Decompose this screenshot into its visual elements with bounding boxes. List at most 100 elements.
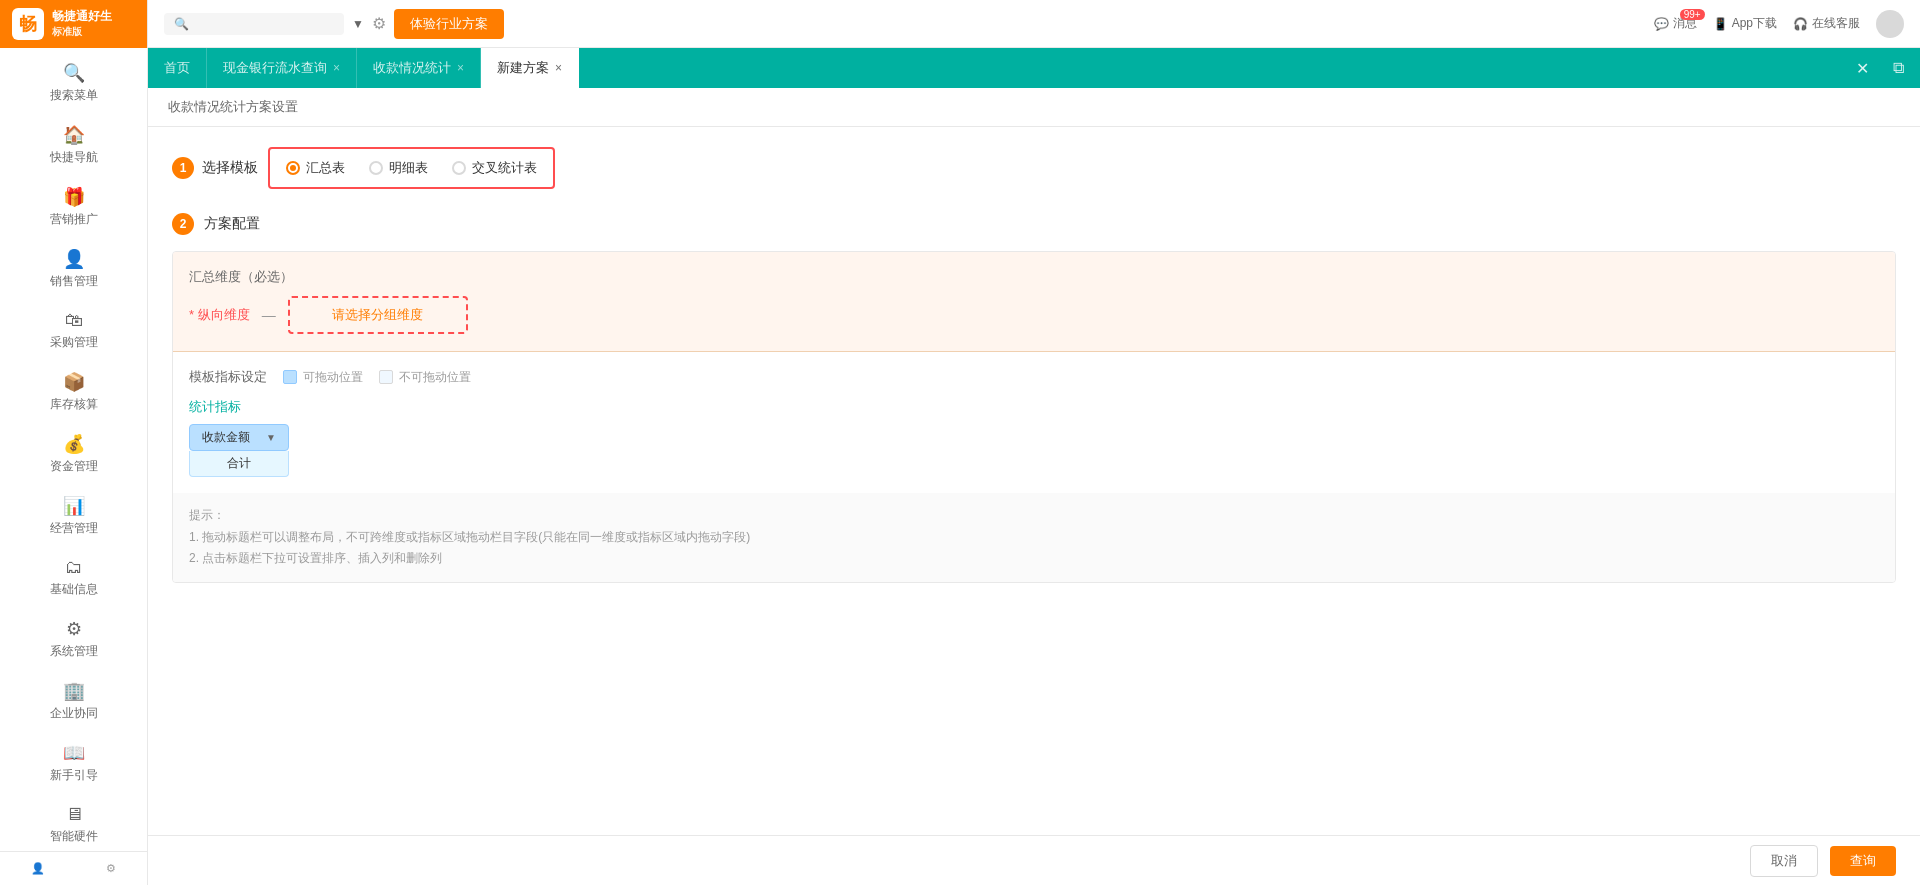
settings-bottom-icon: ⚙ xyxy=(106,862,116,875)
notifications-button[interactable]: 💬 消息 99+ xyxy=(1654,15,1697,32)
industry-solution-button[interactable]: 体验行业方案 xyxy=(394,9,504,39)
tip1: 1. 拖动标题栏可以调整布局，不可跨维度或指标区域拖动栏目字段(只能在同一维度或… xyxy=(189,527,1879,549)
sidebar-item-label: 库存核算 xyxy=(50,396,98,413)
search-icon: 🔍 xyxy=(63,62,85,84)
metrics-label-row: 模板指标设定 可拖动位置 不可拖动位置 xyxy=(189,368,1879,386)
sidebar-item-enterprise[interactable]: 🏢 企业协同 xyxy=(0,670,147,732)
non-draggable-toggle: 不可拖动位置 xyxy=(379,369,471,386)
sidebar-bottom: 👤 ⚙ xyxy=(0,851,147,885)
step1-title: 选择模板 xyxy=(202,159,258,177)
sidebar-item-purchase[interactable]: 🛍 采购管理 xyxy=(0,300,147,361)
settings-gear-icon[interactable]: ⚙ xyxy=(372,14,386,33)
non-draggable-indicator xyxy=(379,370,393,384)
radio-cross[interactable]: 交叉统计表 xyxy=(452,159,537,177)
radio-summary-label: 汇总表 xyxy=(306,159,345,177)
gift-icon: 🎁 xyxy=(63,186,85,208)
radio-cross-circle xyxy=(452,161,466,175)
sidebar-item-label: 企业协同 xyxy=(50,705,98,722)
sidebar-item-label: 采购管理 xyxy=(50,334,98,351)
tab-bank-flow-label: 现金银行流水查询 xyxy=(223,59,327,77)
tab-new-plan-close[interactable]: × xyxy=(555,61,562,75)
draggable-indicator xyxy=(283,370,297,384)
metric-tag[interactable]: 收款金额 ▼ xyxy=(189,424,289,451)
dimension-placeholder[interactable]: 请选择分组维度 xyxy=(288,296,468,334)
tab-collection-stats[interactable]: 收款情况统计 × xyxy=(357,48,481,88)
tab-collection-stats-label: 收款情况统计 xyxy=(373,59,451,77)
tab-bank-flow-close[interactable]: × xyxy=(333,61,340,75)
book-icon: 📖 xyxy=(63,742,85,764)
dimension-row: * 纵向维度 — 请选择分组维度 xyxy=(189,296,1879,334)
form-card: 1 选择模板 汇总表 明细表 xyxy=(148,127,1920,835)
query-button[interactable]: 查询 xyxy=(1830,846,1896,876)
radio-detail-circle xyxy=(369,161,383,175)
sidebar-nav: 🔍 搜索菜单 🏠 快捷导航 🎁 营销推广 👤 销售管理 🛍 采购管理 📦 库存核… xyxy=(0,48,147,851)
radio-cross-label: 交叉统计表 xyxy=(472,159,537,177)
user-avatar[interactable] xyxy=(1876,10,1904,38)
sidebar-item-sales[interactable]: 👤 销售管理 xyxy=(0,238,147,300)
search-icon: 🔍 xyxy=(174,17,189,31)
sidebar-item-guide[interactable]: 📖 新手引导 xyxy=(0,732,147,794)
sidebar-item-quick-nav[interactable]: 🏠 快捷导航 xyxy=(0,114,147,176)
bag-icon: 🛍 xyxy=(65,310,83,331)
step2-number: 2 xyxy=(172,213,194,235)
logo-icon: 畅 xyxy=(12,8,44,40)
header: 🔍 ▼ ⚙ 体验行业方案 💬 消息 99+ 📱 App下载 🎧 在线客服 xyxy=(148,0,1920,48)
dimension-area: 汇总维度（必选） * 纵向维度 — 请选择分组维度 xyxy=(173,252,1895,352)
page-title: 收款情况统计方案设置 xyxy=(168,99,298,114)
radio-detail[interactable]: 明细表 xyxy=(369,159,428,177)
gear-icon: ⚙ xyxy=(66,618,82,640)
monitor-icon: 🖥 xyxy=(65,804,83,825)
tab-bar-actions: ✕ ⧉ xyxy=(1848,54,1920,82)
step2-header: 2 方案配置 xyxy=(172,213,1896,235)
building-icon: 🏢 xyxy=(63,680,85,702)
dropdown-chevron-icon: ▼ xyxy=(352,17,364,31)
header-dropdown[interactable]: ▼ xyxy=(352,17,364,31)
sidebar-item-search[interactable]: 🔍 搜索菜单 xyxy=(0,52,147,114)
search-bar[interactable]: 🔍 xyxy=(164,13,344,35)
dimension-title: 汇总维度（必选） xyxy=(189,268,1879,286)
template-options: 汇总表 明细表 交叉统计表 xyxy=(268,147,555,189)
cancel-button[interactable]: 取消 xyxy=(1750,845,1818,877)
logo-name: 畅捷通好生 xyxy=(52,9,112,25)
config-section: 汇总维度（必选） * 纵向维度 — 请选择分组维度 xyxy=(172,251,1896,583)
tab-home-label: 首页 xyxy=(164,59,190,77)
sidebar-settings-btn[interactable]: ⚙ xyxy=(106,862,116,875)
restore-tab-action[interactable]: ⧉ xyxy=(1884,54,1912,82)
step2-title: 方案配置 xyxy=(204,215,260,233)
tip2: 2. 点击标题栏下拉可设置排序、插入列和删除列 xyxy=(189,548,1879,570)
radio-summary-circle xyxy=(286,161,300,175)
step2-section: 2 方案配置 汇总维度（必选） * 纵向维度 — 请选择分组维度 xyxy=(172,213,1896,583)
sidebar-item-operations[interactable]: 📊 经营管理 xyxy=(0,485,147,547)
sidebar-item-inventory[interactable]: 📦 库存核算 xyxy=(0,361,147,423)
folder-icon: 🗂 xyxy=(65,557,83,578)
step1-section: 1 选择模板 汇总表 明细表 xyxy=(172,147,1896,189)
sidebar-item-system[interactable]: ⚙ 系统管理 xyxy=(0,608,147,670)
tab-collection-stats-close[interactable]: × xyxy=(457,61,464,75)
page-title-bar: 收款情况统计方案设置 xyxy=(148,88,1920,127)
tips-title: 提示： xyxy=(189,508,225,522)
sidebar-item-basic[interactable]: 🗂 基础信息 xyxy=(0,547,147,608)
radio-summary[interactable]: 汇总表 xyxy=(286,159,345,177)
box-icon: 📦 xyxy=(63,371,85,393)
online-service-button[interactable]: 🎧 在线客服 xyxy=(1793,15,1860,32)
metric-chevron-icon: ▼ xyxy=(266,432,276,443)
app-download-button[interactable]: 📱 App下载 xyxy=(1713,15,1777,32)
logo-sub: 标准版 xyxy=(52,25,112,39)
home-icon: 🏠 xyxy=(63,124,85,146)
sidebar-item-label: 资金管理 xyxy=(50,458,98,475)
tab-new-plan[interactable]: 新建方案 × xyxy=(481,48,579,88)
search-input[interactable] xyxy=(193,17,333,31)
close-tab-action[interactable]: ✕ xyxy=(1848,54,1876,82)
sidebar-item-hardware[interactable]: 🖥 智能硬件 xyxy=(0,794,147,851)
metric-sub: 合计 xyxy=(189,451,289,477)
tab-bank-flow[interactable]: 现金银行流水查询 × xyxy=(207,48,357,88)
sidebar-item-label: 快捷导航 xyxy=(50,149,98,166)
tab-home[interactable]: 首页 xyxy=(148,48,207,88)
draggable-toggle: 可拖动位置 xyxy=(283,369,363,386)
bottom-bar: 取消 查询 xyxy=(148,835,1920,885)
step1-number: 1 xyxy=(172,157,194,179)
sidebar-user-btn[interactable]: 👤 xyxy=(31,862,45,875)
metric-name: 收款金额 xyxy=(202,429,250,446)
sidebar-item-marketing[interactable]: 🎁 营销推广 xyxy=(0,176,147,238)
sidebar-item-funds[interactable]: 💰 资金管理 xyxy=(0,423,147,485)
